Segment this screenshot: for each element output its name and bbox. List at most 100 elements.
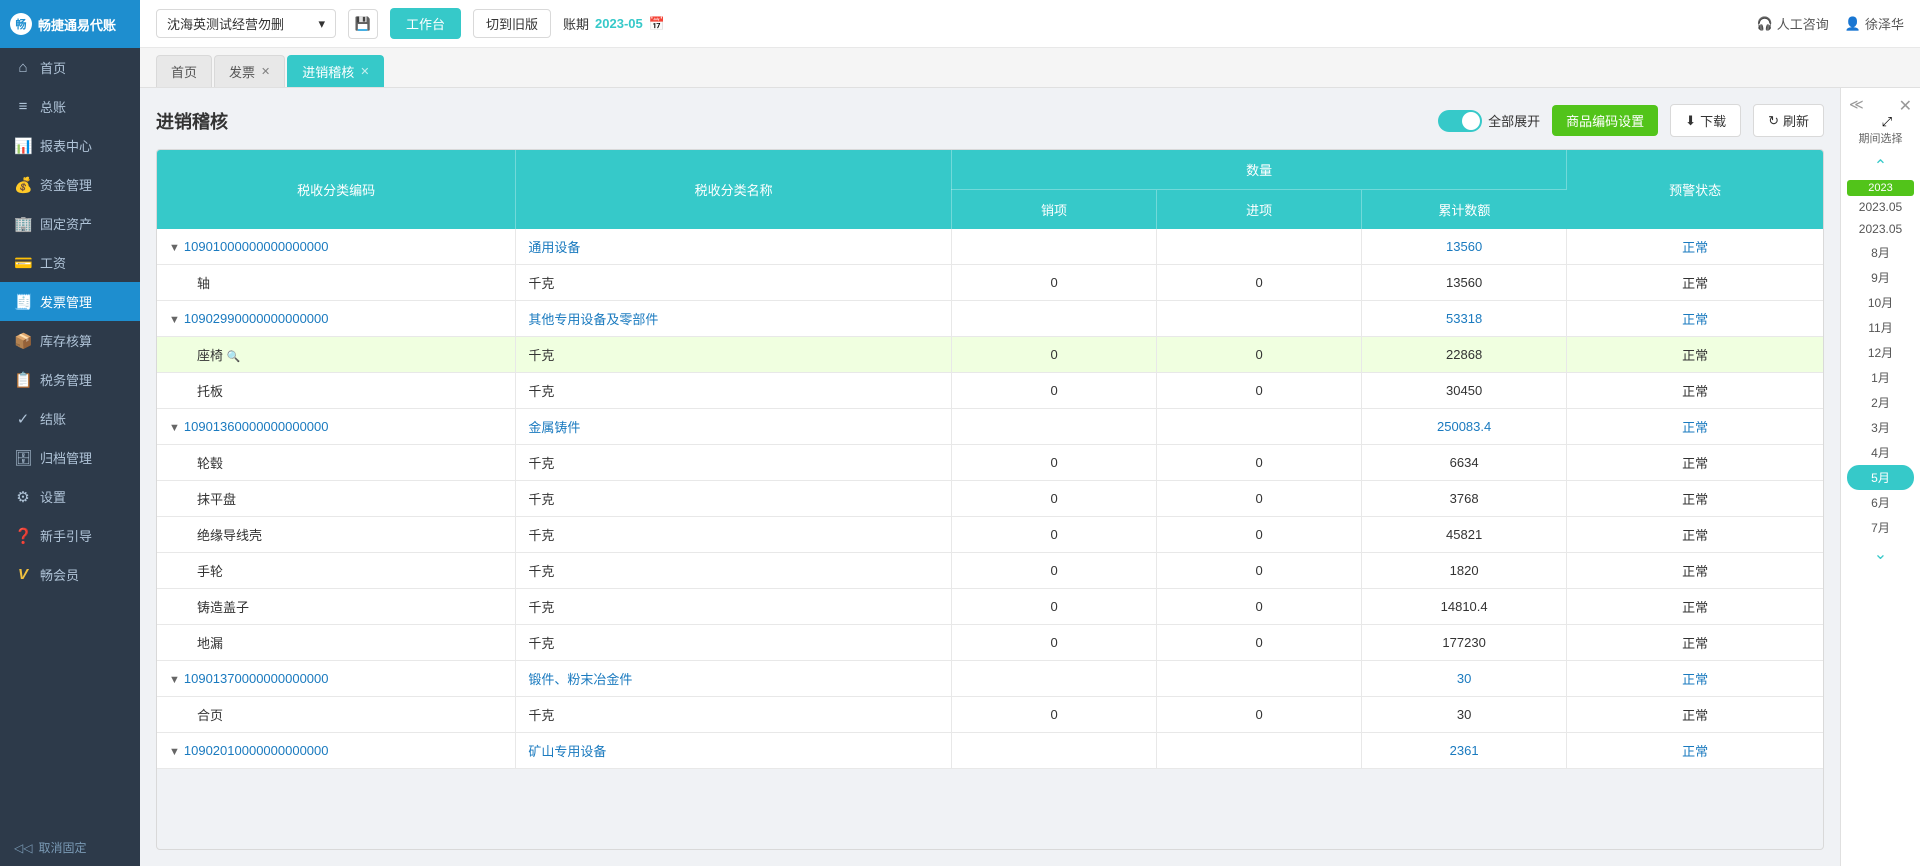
period-scroll-up[interactable]: ⌃	[1847, 152, 1914, 180]
sidebar-item-salary[interactable]: 💳 工资	[0, 243, 140, 282]
period-month-item[interactable]: 12月	[1847, 340, 1914, 365]
expand-icon[interactable]: ▼	[169, 422, 180, 434]
sidebar-item-funds[interactable]: 💰 资金管理	[0, 165, 140, 204]
cell-total: 1820	[1362, 553, 1567, 589]
cell-purchase: 0	[1157, 697, 1362, 733]
period-month-item[interactable]: 4月	[1847, 440, 1914, 465]
sidebar-item-tax[interactable]: 📋 税务管理	[0, 360, 140, 399]
cell-sales: 0	[952, 517, 1157, 553]
period-year-badge[interactable]: 2023	[1847, 180, 1914, 196]
period-month-item[interactable]: 10月	[1847, 290, 1914, 315]
panel-expand-icon[interactable]: ≪	[1849, 96, 1864, 113]
sidebar-item-assets[interactable]: 🏢 固定资产	[0, 204, 140, 243]
period-month-item[interactable]: 6月	[1847, 490, 1914, 515]
download-button[interactable]: ⬇ 下载	[1670, 104, 1741, 137]
cell-status: 正常	[1567, 733, 1823, 769]
expand-toggle[interactable]: 全部展开	[1438, 110, 1540, 132]
sidebar-item-home[interactable]: ⌂ 首页	[0, 48, 140, 87]
table-row[interactable]: ▼10902990000000000000 其他专用设备及零部件 53318 正…	[157, 301, 1823, 337]
workbench-button[interactable]: 工作台	[390, 8, 461, 39]
tab-reconcile[interactable]: 进销稽核 ✕	[287, 55, 384, 87]
period-scroll-down[interactable]: ⌄	[1847, 540, 1914, 568]
ledger-icon: ≡	[14, 98, 32, 115]
cell-sales	[952, 301, 1157, 337]
sidebar-item-archive[interactable]: 🗄 归档管理	[0, 438, 140, 477]
expand-icon[interactable]: ▼	[169, 674, 180, 686]
table-row[interactable]: ▼10901000000000000000 通用设备 13560 正常	[157, 229, 1823, 265]
cell-sales: 0	[952, 481, 1157, 517]
sidebar-item-settlement[interactable]: ✓ 结账	[0, 399, 140, 438]
cell-code: ▼10901360000000000000	[157, 409, 516, 445]
cell-total: 53318	[1362, 301, 1567, 337]
expand-icon[interactable]: ▼	[169, 746, 180, 758]
sidebar-unpin-button[interactable]: ◁◁ 取消固定	[0, 829, 140, 866]
cell-total: 6634	[1362, 445, 1567, 481]
period-month-item[interactable]: 7月	[1847, 515, 1914, 540]
table-row[interactable]: 轮毂 千克 0 0 6634 正常	[157, 445, 1823, 481]
cell-name: 千克	[516, 373, 952, 409]
period-month-item[interactable]: 2月	[1847, 390, 1914, 415]
cell-name: 千克	[516, 589, 952, 625]
table-row[interactable]: 手轮 千克 0 0 1820 正常	[157, 553, 1823, 589]
sidebar-item-ledger[interactable]: ≡ 总账	[0, 87, 140, 126]
product-code-settings-button[interactable]: 商品编码设置	[1552, 105, 1658, 136]
period-month-item[interactable]: 11月	[1847, 315, 1914, 340]
tab-invoice[interactable]: 发票 ✕	[214, 55, 285, 87]
tab-reconcile-close[interactable]: ✕	[360, 65, 369, 78]
save-button[interactable]: 💾	[348, 9, 378, 39]
period-month-item[interactable]: 8月	[1847, 240, 1914, 265]
sidebar-item-invoice[interactable]: 🧾 发票管理	[0, 282, 140, 321]
cell-sales	[952, 661, 1157, 697]
table-row[interactable]: 绝缘导线壳 千克 0 0 45821 正常	[157, 517, 1823, 553]
cell-purchase	[1157, 229, 1362, 265]
assets-icon: 🏢	[14, 215, 32, 233]
table-row[interactable]: ▼10901370000000000000 锻件、粉末冶金件 30 正常	[157, 661, 1823, 697]
toggle-track[interactable]	[1438, 110, 1482, 132]
cell-purchase: 0	[1157, 445, 1362, 481]
cell-name: 锻件、粉末冶金件	[516, 661, 952, 697]
period-month-item[interactable]: 2023.05	[1847, 218, 1914, 240]
customer-service-button[interactable]: 🎧 人工咨询	[1757, 14, 1829, 33]
company-selector[interactable]: 沈海英测试经营勿删 ▾	[156, 9, 336, 38]
table-row[interactable]: ▼10902010000000000000 矿山专用设备 2361 正常	[157, 733, 1823, 769]
panel-close-icon[interactable]: ✕	[1899, 96, 1912, 116]
home-icon: ⌂	[14, 59, 32, 76]
salary-icon: 💳	[14, 254, 32, 272]
table-row[interactable]: 抹平盘 千克 0 0 3768 正常	[157, 481, 1823, 517]
sidebar-item-label: 报表中心	[40, 136, 92, 155]
period-month-item[interactable]: 1月	[1847, 365, 1914, 390]
expand-icon[interactable]: ▼	[169, 314, 180, 326]
table-row[interactable]: 座椅 🔍 千克 0 0 22868 正常	[157, 337, 1823, 373]
logo-icon: 畅	[10, 13, 32, 35]
tab-invoice-close[interactable]: ✕	[261, 65, 270, 78]
cell-name: 千克	[516, 517, 952, 553]
cell-purchase	[1157, 733, 1362, 769]
table-row[interactable]: 地漏 千克 0 0 177230 正常	[157, 625, 1823, 661]
search-icon[interactable]: 🔍	[227, 351, 241, 363]
expand-icon[interactable]: ▼	[169, 242, 180, 254]
switch-version-button[interactable]: 切到旧版	[473, 9, 551, 38]
sidebar-item-guide[interactable]: ❓ 新手引导	[0, 516, 140, 555]
period-month-item[interactable]: 3月	[1847, 415, 1914, 440]
sidebar-item-member[interactable]: V 畅会员	[0, 555, 140, 594]
sidebar-item-settings[interactable]: ⚙ 设置	[0, 477, 140, 516]
cell-name: 千克	[516, 337, 952, 373]
table-row[interactable]: 合页 千克 0 0 30 正常	[157, 697, 1823, 733]
table-row[interactable]: ▼10901360000000000000 金属铸件 250083.4 正常	[157, 409, 1823, 445]
user-profile-button[interactable]: 👤 徐泽华	[1845, 14, 1904, 33]
table-row[interactable]: 托板 千克 0 0 30450 正常	[157, 373, 1823, 409]
tab-home[interactable]: 首页	[156, 55, 212, 87]
panel-resize-icon[interactable]: ⤢	[1882, 114, 1892, 130]
refresh-button[interactable]: ↻ 刷新	[1753, 104, 1824, 137]
table-row[interactable]: 铸造盖子 千克 0 0 14810.4 正常	[157, 589, 1823, 625]
period-label: 账期	[563, 14, 589, 33]
period-month-item[interactable]: 9月	[1847, 265, 1914, 290]
calendar-icon[interactable]: 📅	[649, 16, 665, 32]
download-icon: ⬇	[1685, 113, 1696, 129]
period-month-item[interactable]: 2023.05	[1847, 196, 1914, 218]
table-row[interactable]: 轴 千克 0 0 13560 正常	[157, 265, 1823, 301]
sidebar-item-reports[interactable]: 📊 报表中心	[0, 126, 140, 165]
cell-name: 千克	[516, 481, 952, 517]
period-month-item[interactable]: 5月	[1847, 465, 1914, 490]
sidebar-item-inventory[interactable]: 📦 库存核算	[0, 321, 140, 360]
